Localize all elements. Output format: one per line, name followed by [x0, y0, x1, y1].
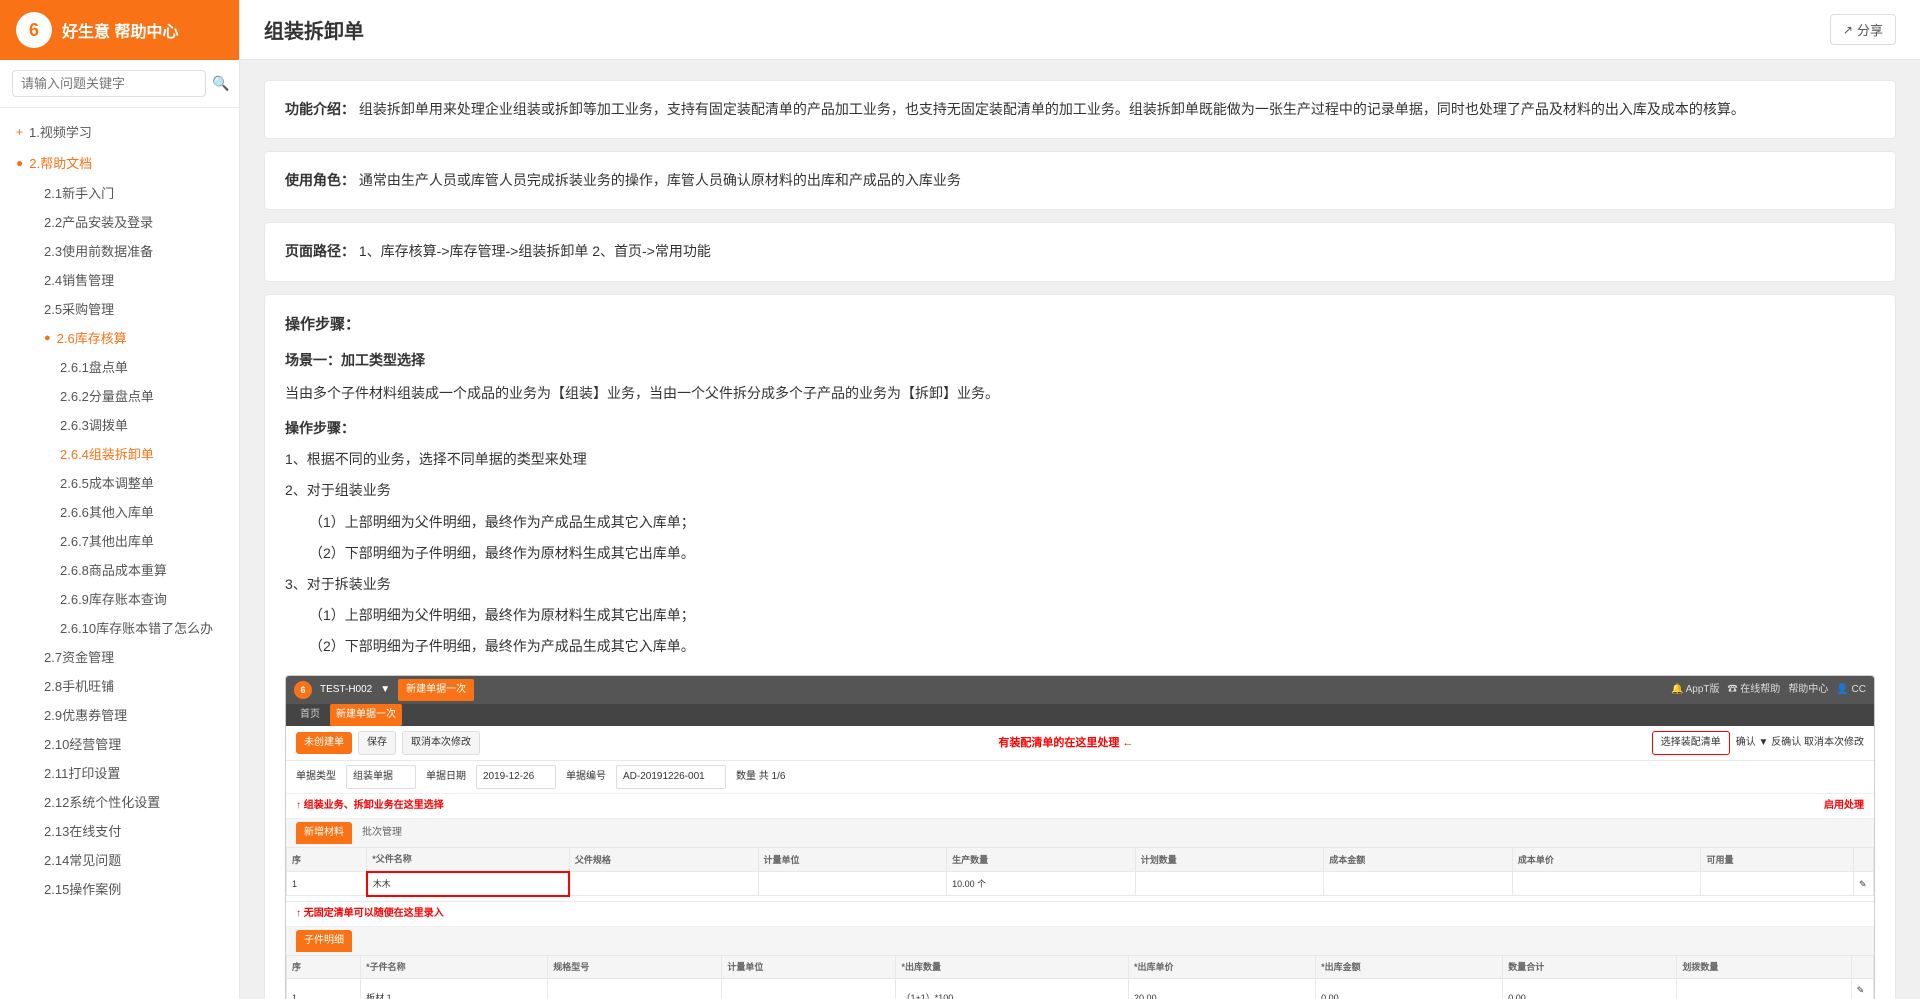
annotation-manual: ↑ 无固定清单可以随便在这里录入 — [296, 908, 444, 919]
mock-lower-tab[interactable]: 子件明细 — [296, 930, 352, 952]
sidebar-item-sales[interactable]: 2.4销售管理 — [28, 265, 239, 294]
mock-no-input[interactable]: AD-20191226-001 — [616, 765, 726, 789]
sidebar-item-assembly[interactable]: 2.6.4组装拆卸单 — [44, 439, 239, 468]
role-label: 使用角色： — [285, 172, 355, 188]
sidebar-item-cost-adjust[interactable]: 2.6.5成本调整单 — [44, 468, 239, 497]
sidebar-item-customize[interactable]: 2.12系统个性化设置 — [28, 787, 239, 816]
mock-type-label: 单据类型 — [296, 768, 336, 786]
step3-1: （1）上部明细为父件明细，最终作为原材料生成其它出库单； — [285, 603, 1875, 628]
sidebar-item-docs[interactable]: ● 2.帮助文档 — [0, 147, 239, 178]
sidebar-item-install[interactable]: 2.2产品安装及登录 — [28, 207, 239, 236]
mock-company: TEST-H002 — [320, 681, 372, 699]
mock-dropdown-icon: ▼ — [380, 681, 390, 699]
search-input[interactable] — [12, 70, 206, 97]
intro-text: 组装拆卸单用来处理企业组装或拆卸等加工业务，支持有固定装配清单的产品加工业务，也… — [359, 101, 1745, 117]
sidebar-item-new-user[interactable]: 2.1新手入门 — [28, 178, 239, 207]
sidebar-item-mobile[interactable]: 2.8手机旺铺 — [28, 671, 239, 700]
role-block: 使用角色： 通常由生产人员或库管人员完成拆装业务的操作，库管人员确认原材料的出库… — [264, 151, 1896, 210]
content-area: 功能介绍： 组装拆卸单用来处理企业组装或拆卸等加工业务，支持有固定装配清单的产品… — [240, 60, 1920, 999]
search-box: 🔍 — [0, 60, 239, 108]
sidebar-item-operations[interactable]: 2.10经营管理 — [28, 729, 239, 758]
mock-btn-cancel[interactable]: 保存 — [358, 731, 396, 755]
sidebar-item-data-prep[interactable]: 2.3使用前数据准备 — [28, 236, 239, 265]
sidebar-item-other-inbound[interactable]: 2.6.6其他入库单 — [44, 497, 239, 526]
mock-count-label: 数量 共 1/6 — [736, 768, 785, 786]
mock-date-input[interactable]: 2019-12-26 — [476, 765, 556, 789]
step3: 3、对于拆装业务 — [285, 572, 1875, 597]
path-text: 1、库存核算->库存管理->组装拆卸单 2、首页->常用功能 — [359, 243, 711, 259]
intro-label: 功能介绍： — [285, 101, 355, 117]
collapse-icon: ● — [16, 156, 23, 170]
ops-block: 操作步骤： 场景一：加工类型选择 当由多个子件材料组装成一个成品的业务为【组装】… — [264, 294, 1896, 999]
annotation-bom: 有装配清单的在这里处理 ← — [998, 734, 1133, 754]
mock-btn-save[interactable]: 未创建单 — [296, 732, 352, 754]
nav-tree: + 1.视频学习 ● 2.帮助文档 2.1新手入门 2.2产品安装及登录 2.3… — [0, 108, 239, 999]
sidebar-item-faq[interactable]: 2.14常见问题 — [28, 845, 239, 874]
intro-block: 功能介绍： 组装拆卸单用来处理企业组装或拆卸等加工业务，支持有固定装配清单的产品… — [264, 80, 1896, 139]
sidebar-header: 6 好生意 帮助中心 — [0, 0, 239, 60]
mock-btn-cancel2[interactable]: 取消本次修改 — [402, 731, 480, 755]
sidebar-item-other-outbound[interactable]: 2.6.7其他出库单 — [44, 526, 239, 555]
search-icon[interactable]: 🔍 — [212, 75, 229, 92]
sidebar-item-online-pay[interactable]: 2.13在线支付 — [28, 816, 239, 845]
path-label: 页面路径： — [285, 243, 355, 259]
step3-2: （2）下部明细为子件明细，最终作为产成品生成其它入库单。 — [285, 634, 1875, 659]
sidebar-item-coupon[interactable]: 2.9优惠券管理 — [28, 700, 239, 729]
expand-icon: + — [16, 125, 23, 139]
mock-tab-active[interactable]: 新增材料 — [296, 822, 352, 844]
logo-icon: 6 — [16, 12, 52, 48]
mock-date-label: 单据日期 — [426, 768, 466, 786]
sidebar: 6 好生意 帮助中心 🔍 + 1.视频学习 ● 2.帮助文档 2.1新手入门 2… — [0, 0, 240, 999]
sidebar-item-partial-stocktake[interactable]: 2.6.2分量盘点单 — [44, 381, 239, 410]
sidebar-item-case[interactable]: 2.15操作案例 — [28, 874, 239, 903]
step2-1: （1）上部明细为父件明细，最终作为产成品生成其它入库单； — [285, 510, 1875, 535]
sidebar-sub-docs: 2.1新手入门 2.2产品安装及登录 2.3使用前数据准备 2.4销售管理 2.… — [0, 178, 239, 903]
mock-new-btn[interactable]: 新建单据一次 — [398, 679, 474, 701]
brand-name: 好生意 帮助中心 — [62, 18, 178, 42]
sidebar-item-finance[interactable]: 2.7资金管理 — [28, 642, 239, 671]
sidebar-item-transfer[interactable]: 2.6.3调拨单 — [44, 410, 239, 439]
sidebar-item-ledger-error[interactable]: 2.6.10库存账本错了怎么办 — [44, 613, 239, 642]
mock-tab2[interactable]: 批次管理 — [354, 822, 410, 844]
sidebar-item-stocktake[interactable]: 2.6.1盘点单 — [44, 352, 239, 381]
share-icon: ↗ — [1843, 23, 1853, 37]
sidebar-item-video[interactable]: + 1.视频学习 — [0, 116, 239, 147]
step2: 2、对于组装业务 — [285, 478, 1875, 503]
sidebar-item-purchase[interactable]: 2.5采购管理 — [28, 294, 239, 323]
page-title: 组装拆卸单 — [264, 15, 364, 44]
scene1-label: 场景一：加工类型选择 — [285, 352, 425, 368]
sidebar-item-print[interactable]: 2.11打印设置 — [28, 758, 239, 787]
sidebar-item-cost-recalc[interactable]: 2.6.8商品成本重算 — [44, 555, 239, 584]
scene1-desc: 当由多个子件材料组装成一个成品的业务为【组装】业务，当由一个父件拆分成多个子产品… — [285, 381, 1875, 406]
step2-2: （2）下部明细为子件明细，最终作为原材料生成其它出库单。 — [285, 541, 1875, 566]
mock-type-input[interactable]: 组装单据 — [346, 765, 416, 789]
mock-nav-home[interactable]: 首页 — [294, 706, 326, 724]
main-content: 组装拆卸单 ↗ 分享 功能介绍： 组装拆卸单用来处理企业组装或拆卸等加工业务，支… — [240, 0, 1920, 999]
sidebar-item-ledger-query[interactable]: 2.6.9库存账本查询 — [44, 584, 239, 613]
ops-steps-label: 操作步骤： — [285, 420, 355, 436]
sidebar-item-inventory[interactable]: ● 2.6库存核算 — [28, 323, 239, 352]
annotation-type: ↑ 组装业务、拆卸业务在这里选择 — [296, 797, 444, 815]
role-text: 通常由生产人员或库管人员完成拆装业务的操作，库管人员确认原材料的出库和产成品的入… — [359, 172, 961, 188]
mock-action-btns: 确认 ▼ 反确认 取消本次修改 — [1736, 734, 1864, 752]
mock-no-label: 单据编号 — [566, 768, 606, 786]
share-button[interactable]: ↗ 分享 — [1830, 14, 1896, 45]
mock-logo: 6 — [294, 681, 312, 699]
ops-label: 操作步骤： — [285, 311, 1875, 338]
path-block: 页面路径： 1、库存核算->库存管理->组装拆卸单 2、首页->常用功能 — [264, 222, 1896, 281]
annotation-enable: 启用处理 — [1824, 797, 1864, 815]
screenshot-container: 6 TEST-H002 ▼ 新建单据一次 🔔 AppT版 ☎ 在线帮助 帮助中心… — [285, 675, 1875, 999]
step1: 1、根据不同的业务，选择不同单据的类型来处理 — [285, 447, 1875, 472]
mock-select-bom-btn[interactable]: 选择装配清单 — [1652, 731, 1730, 755]
main-header: 组装拆卸单 ↗ 分享 — [240, 0, 1920, 60]
sidebar-subsub-inventory: 2.6.1盘点单 2.6.2分量盘点单 2.6.3调拨单 2.6.4组装拆卸单 … — [28, 352, 239, 642]
mock-nav-new[interactable]: 新建单据一次 — [330, 704, 402, 726]
